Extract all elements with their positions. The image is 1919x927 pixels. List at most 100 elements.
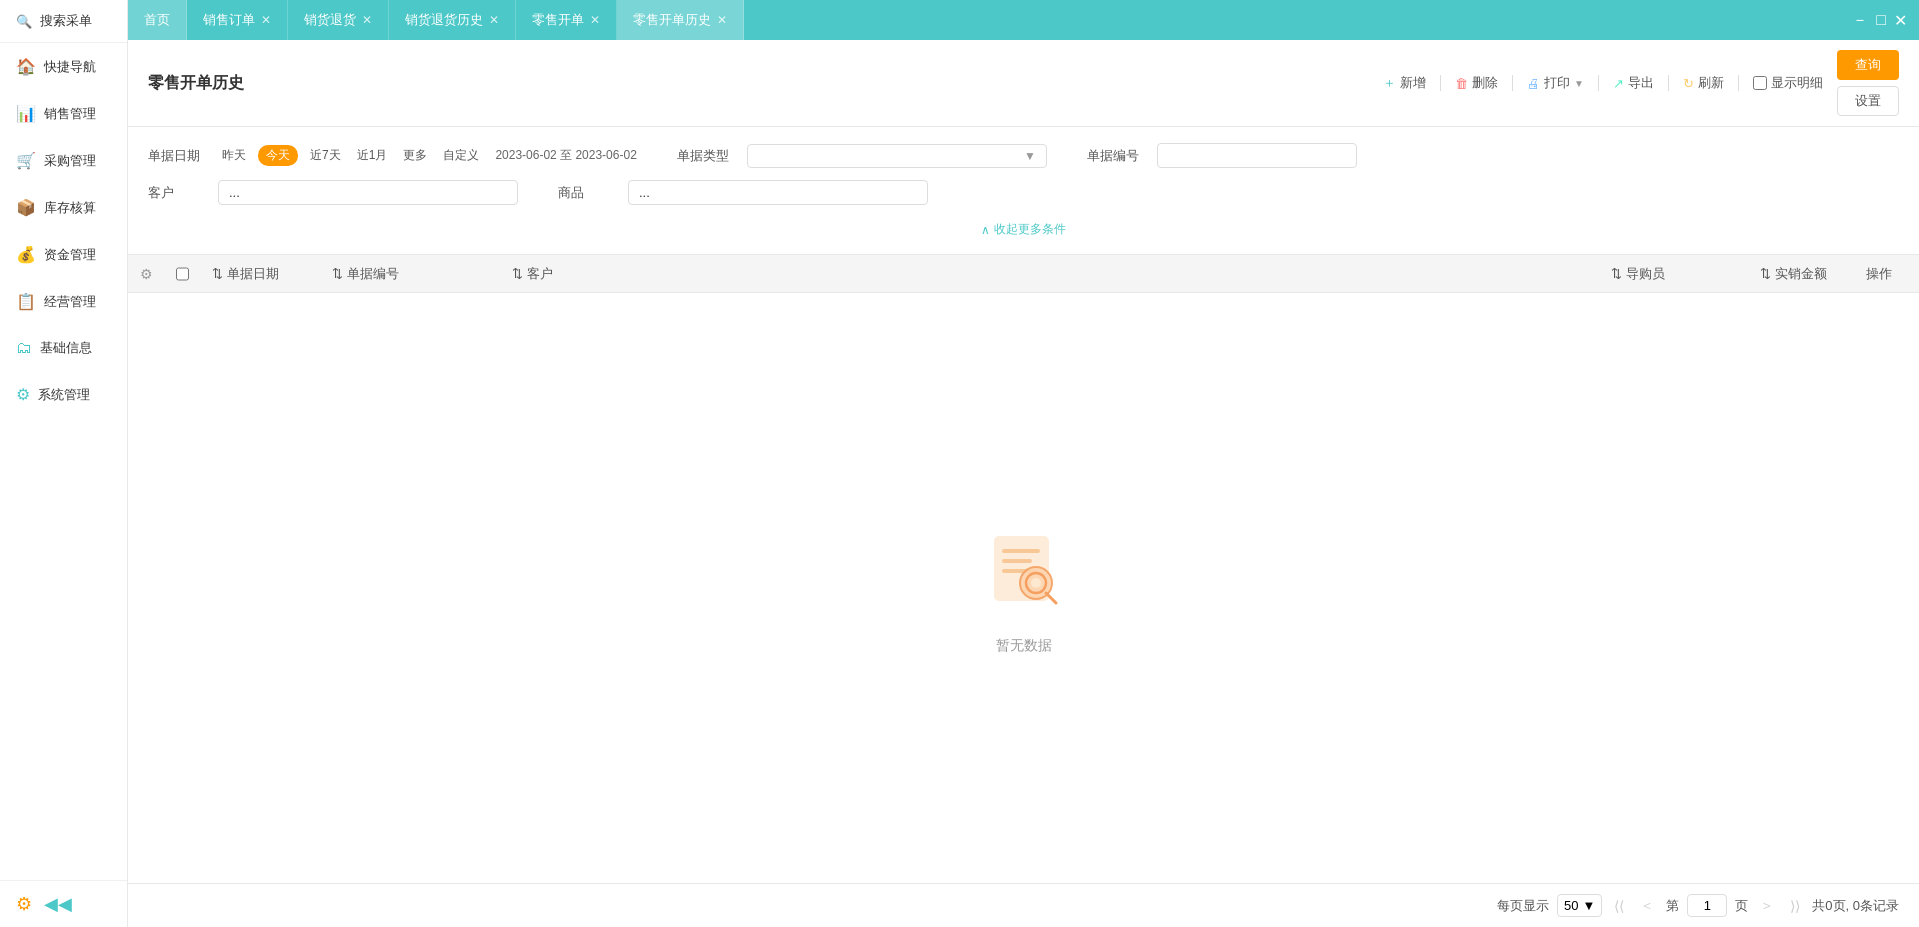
col-amount-sort-icon: ⇅	[1760, 266, 1771, 281]
add-label: 新增	[1400, 74, 1426, 92]
collapse-more-button[interactable]: ∧ 收起更多条件	[148, 217, 1899, 246]
print-label: 打印	[1544, 74, 1570, 92]
search-menu-item[interactable]: 🔍 搜索采单	[0, 0, 127, 43]
delete-button[interactable]: 🗑 删除	[1455, 74, 1498, 92]
search-menu-label: 搜索采单	[40, 12, 92, 30]
baseinfo-icon: 🗂	[16, 339, 32, 357]
date-7days[interactable]: 近7天	[306, 145, 345, 166]
maximize-icon[interactable]: □	[1876, 11, 1886, 29]
tab-sales-order[interactable]: 销售订单 ✕	[187, 0, 288, 40]
show-detail-checkbox-group[interactable]: 显示明细	[1753, 74, 1823, 92]
date-range-display: 2023-06-02 至 2023-06-02	[495, 147, 636, 164]
page-word: 第	[1666, 897, 1679, 915]
tab-retail-open-history[interactable]: 零售开单历史 ✕	[617, 0, 744, 40]
date-yesterday[interactable]: 昨天	[218, 145, 250, 166]
tab-sales-return-history-label: 销货退货历史	[405, 11, 483, 29]
system-icon: ⚙	[16, 385, 30, 404]
col-header-no[interactable]: ⇅ 单据编号	[320, 265, 500, 283]
empty-illustration	[974, 521, 1074, 621]
date-today[interactable]: 今天	[258, 145, 298, 166]
goods-filter-select[interactable]: ...	[628, 180, 928, 205]
col-customer-label: 客户	[527, 265, 553, 283]
pagination: 每页显示 50 ▼ ⟨⟨ ＜ 第 1 页 ＞ ⟩⟩ 共0页, 0条记录	[128, 883, 1919, 927]
print-dropdown-icon: ▼	[1574, 78, 1584, 89]
refresh-label: 刷新	[1698, 74, 1724, 92]
first-page-icon[interactable]: ⟨⟨	[1610, 896, 1628, 916]
select-all-checkbox-header[interactable]	[164, 267, 200, 281]
date-more[interactable]: 更多	[399, 145, 431, 166]
tab-sales-return-history-close-icon[interactable]: ✕	[489, 13, 499, 27]
table-area: ⚙ ⇅ 单据日期 ⇅ 单据编号 ⇅ 客户 ⇅ 导购员	[128, 255, 1919, 883]
refresh-button[interactable]: ↻ 刷新	[1683, 74, 1724, 92]
sidebar-item-purchase-mgmt[interactable]: 🛒 采购管理	[0, 137, 127, 184]
page-word-2: 页	[1735, 897, 1748, 915]
divider-1	[1440, 75, 1441, 91]
type-select-dropdown-icon: ▼	[1024, 149, 1036, 163]
per-page-select[interactable]: 50 ▼	[1557, 894, 1602, 917]
sidebar-item-label-operations: 经营管理	[44, 293, 96, 311]
add-button[interactable]: ＋ 新增	[1383, 74, 1426, 92]
next-page-icon[interactable]: ＞	[1756, 895, 1778, 917]
col-header-date[interactable]: ⇅ 单据日期	[200, 265, 320, 283]
minimize-icon[interactable]: －	[1852, 10, 1868, 31]
tab-sales-return[interactable]: 销货退货 ✕	[288, 0, 389, 40]
main-content: 首页 销售订单 ✕ 销货退货 ✕ 销货退货历史 ✕ 零售开单 ✕ 零售开单历史 …	[128, 0, 1919, 927]
sidebar-item-label-purchase-mgmt: 采购管理	[44, 152, 96, 170]
customer-filter-select[interactable]: ...	[218, 180, 518, 205]
tab-retail-open-close-icon[interactable]: ✕	[590, 13, 600, 27]
settings-gear-icon[interactable]: ⚙	[16, 893, 32, 915]
col-date-label: 单据日期	[227, 265, 279, 283]
query-button[interactable]: 查询	[1837, 50, 1899, 80]
type-filter-select[interactable]: ▼	[747, 144, 1047, 168]
no-filter-input[interactable]	[1157, 143, 1357, 168]
divider-4	[1668, 75, 1669, 91]
select-all-checkbox[interactable]	[176, 267, 189, 281]
sidebar-item-label-system-mgmt: 系统管理	[38, 386, 90, 404]
sidebar-item-label-finance: 资金管理	[44, 246, 96, 264]
sidebar-item-label-quick-nav: 快捷导航	[44, 58, 96, 76]
close-window-icon[interactable]: ✕	[1894, 11, 1907, 30]
col-header-guide[interactable]: ⇅ 导购员	[1599, 265, 1719, 283]
sidebar-item-sales-mgmt[interactable]: 📊 销售管理	[0, 90, 127, 137]
tab-home-label: 首页	[144, 11, 170, 29]
sidebar-item-base-info[interactable]: 🗂 基础信息	[0, 325, 127, 371]
per-page-value: 50	[1564, 898, 1578, 913]
tab-sales-order-close-icon[interactable]: ✕	[261, 13, 271, 27]
tab-sales-return-history[interactable]: 销货退货历史 ✕	[389, 0, 516, 40]
date-custom[interactable]: 自定义	[439, 145, 483, 166]
per-page-dropdown-icon: ▼	[1582, 898, 1595, 913]
tab-retail-open[interactable]: 零售开单 ✕	[516, 0, 617, 40]
sidebar-item-system-mgmt[interactable]: ⚙ 系统管理	[0, 371, 127, 418]
customer-filter-dots: ...	[229, 185, 240, 200]
sales-icon: 📊	[16, 104, 36, 123]
svg-rect-1	[1002, 549, 1040, 553]
date-1month[interactable]: 近1月	[353, 145, 392, 166]
tab-home[interactable]: 首页	[128, 0, 187, 40]
tab-sales-return-close-icon[interactable]: ✕	[362, 13, 372, 27]
settings-button[interactable]: 设置	[1837, 86, 1899, 116]
sidebar-item-operations[interactable]: 📋 经营管理	[0, 278, 127, 325]
tab-retail-open-history-label: 零售开单历史	[633, 11, 711, 29]
collapse-more-label: 收起更多条件	[994, 221, 1066, 238]
refresh-icon: ↻	[1683, 76, 1694, 91]
print-icon: 🖨	[1527, 76, 1540, 91]
export-button[interactable]: ↗ 导出	[1613, 74, 1654, 92]
column-settings-icon[interactable]: ⚙	[128, 266, 164, 282]
col-header-customer[interactable]: ⇅ 客户	[500, 265, 1599, 283]
sidebar-item-finance[interactable]: 💰 资金管理	[0, 231, 127, 278]
sidebar-item-quick-nav[interactable]: 🏠 快捷导航	[0, 43, 127, 90]
collapse-sidebar-icon[interactable]: ◀◀	[44, 893, 72, 915]
finance-icon: 💰	[16, 245, 36, 264]
col-header-amount[interactable]: ⇅ 实销金额	[1719, 265, 1839, 283]
tab-retail-open-history-close-icon[interactable]: ✕	[717, 13, 727, 27]
prev-page-icon[interactable]: ＜	[1636, 895, 1658, 917]
tab-sales-return-label: 销货退货	[304, 11, 356, 29]
col-customer-sort-icon: ⇅	[512, 266, 523, 281]
total-info: 共0页, 0条记录	[1812, 897, 1899, 915]
last-page-icon[interactable]: ⟩⟩	[1786, 896, 1804, 916]
print-button[interactable]: 🖨 打印 ▼	[1527, 74, 1584, 92]
page-input[interactable]: 1	[1687, 894, 1727, 917]
show-detail-checkbox[interactable]	[1753, 76, 1767, 90]
search-icon: 🔍	[16, 14, 32, 29]
sidebar-item-inventory[interactable]: 📦 库存核算	[0, 184, 127, 231]
